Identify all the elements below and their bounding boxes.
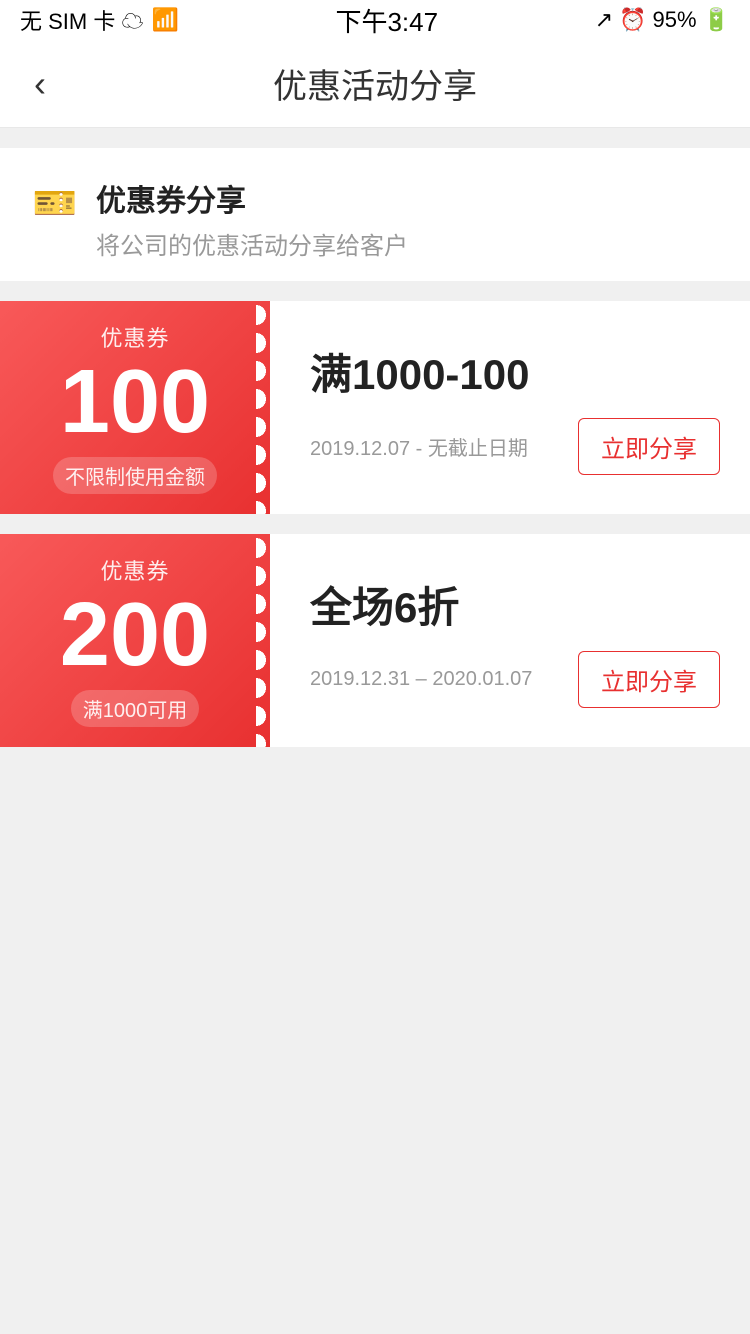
location-icon: ↗ — [595, 7, 613, 33]
alarm-icon: ⏰ — [619, 7, 646, 33]
coupon-label-1: 优惠券 — [100, 554, 169, 586]
status-right: ↗ ⏰ 95% 🔋 — [595, 7, 730, 33]
share-button-0[interactable]: 立即分享 — [578, 418, 720, 475]
page-title: 优惠活动分享 — [273, 59, 477, 108]
section-subtitle: 将公司的优惠活动分享给客户 — [96, 226, 408, 261]
coupon-left-0: 优惠券 100 不限制使用金额 — [0, 301, 270, 514]
section-title: 优惠券分享 — [96, 176, 408, 220]
coupon-amount-0: 100 — [60, 357, 210, 447]
battery-level: 95% — [653, 7, 697, 33]
status-bar: 无 SIM 卡 ☁ 📶 下午3:47 ↗ ⏰ 95% 🔋 — [0, 0, 750, 40]
battery-icon: 🔋 — [703, 7, 730, 33]
coupon-meta-1: 2019.12.31 – 2020.01.07 立即分享 — [310, 651, 720, 708]
coupon-condition-1: 满1000可用 — [71, 690, 200, 727]
coupon-name-1: 全场6折 — [310, 574, 720, 635]
coupon-card: 优惠券 200 满1000可用 全场6折 2019.12.31 – 2020.0… — [0, 534, 750, 747]
share-button-1[interactable]: 立即分享 — [578, 651, 720, 708]
coupon-amount-1: 200 — [60, 590, 210, 680]
wifi-icon: 📶 — [151, 7, 178, 33]
status-left: 无 SIM 卡 ☁ 📶 — [20, 4, 179, 36]
section-text-group: 优惠券分享 将公司的优惠活动分享给客户 — [96, 176, 408, 261]
coupon-condition-0: 不限制使用金额 — [53, 457, 217, 494]
back-button[interactable]: ‹ — [24, 53, 56, 115]
coupon-right-1: 全场6折 2019.12.31 – 2020.01.07 立即分享 — [270, 534, 750, 747]
coupon-list: 优惠券 100 不限制使用金额 满1000-100 2019.12.07 - 无… — [0, 301, 750, 767]
section-header: 🎫 优惠券分享 将公司的优惠活动分享给客户 — [0, 148, 750, 281]
coupon-right-0: 满1000-100 2019.12.07 - 无截止日期 立即分享 — [270, 301, 750, 514]
coupon-left-1: 优惠券 200 满1000可用 — [0, 534, 270, 747]
sim-signal: 无 SIM 卡 ☁ — [20, 4, 143, 36]
coupon-date-1: 2019.12.31 – 2020.01.07 — [310, 668, 568, 691]
coupon-date-0: 2019.12.07 - 无截止日期 — [310, 432, 568, 461]
coupon-meta-0: 2019.12.07 - 无截止日期 立即分享 — [310, 418, 720, 475]
empty-area — [0, 767, 750, 1267]
coupon-label-0: 优惠券 — [100, 321, 169, 353]
status-time: 下午3:47 — [335, 2, 438, 39]
nav-bar: ‹ 优惠活动分享 — [0, 40, 750, 128]
coupon-name-0: 满1000-100 — [310, 341, 720, 402]
section-icon: 🎫 — [30, 178, 80, 228]
coupon-card: 优惠券 100 不限制使用金额 满1000-100 2019.12.07 - 无… — [0, 301, 750, 514]
